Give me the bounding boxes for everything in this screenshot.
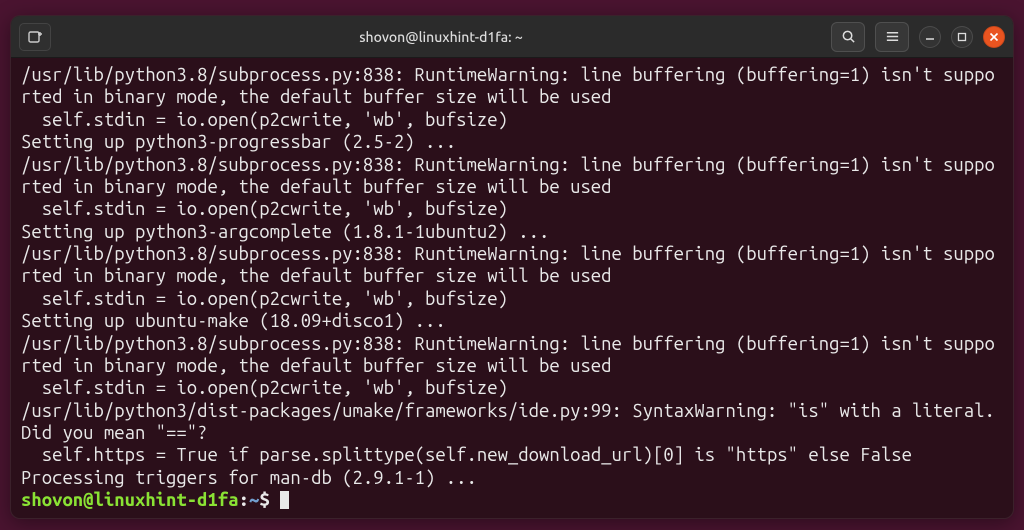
minimize-icon [925, 32, 935, 42]
terminal-line: /usr/lib/python3.8/subprocess.py:838: Ru… [21, 65, 995, 107]
menu-button[interactable] [875, 22, 909, 52]
search-icon [841, 29, 856, 44]
terminal-line: /usr/lib/python3.8/subprocess.py:838: Ru… [21, 334, 995, 376]
close-button[interactable] [983, 26, 1005, 48]
terminal-line: Setting up ubuntu-make (18.09+disco1) ..… [21, 311, 446, 331]
terminal-line: Processing triggers for man-db (2.9.1-1)… [21, 468, 477, 488]
new-tab-button[interactable] [19, 23, 51, 51]
window-title: shovon@linuxhint-d1fa: ~ [57, 29, 825, 45]
search-button[interactable] [831, 22, 865, 52]
prompt-path: ~ [249, 490, 259, 510]
cursor [280, 491, 289, 509]
hamburger-icon [885, 29, 900, 44]
new-tab-icon [27, 29, 43, 45]
maximize-button[interactable] [951, 26, 973, 48]
terminal-line: self.stdin = io.open(p2cwrite, 'wb', buf… [21, 378, 508, 398]
close-icon [989, 32, 999, 42]
terminal-line: /usr/lib/python3/dist-packages/umake/fra… [21, 401, 1005, 443]
terminal-line: self.stdin = io.open(p2cwrite, 'wb', buf… [21, 289, 508, 309]
terminal-line: Setting up python3-argcomplete (1.8.1-1u… [21, 222, 549, 242]
terminal-window: shovon@linuxhint-d1fa: ~ [10, 15, 1014, 519]
maximize-icon [957, 32, 967, 42]
titlebar-right-controls [831, 22, 1005, 52]
minimize-button[interactable] [919, 26, 941, 48]
terminal-output[interactable]: /usr/lib/python3.8/subprocess.py:838: Ru… [11, 58, 1013, 518]
terminal-line: /usr/lib/python3.8/subprocess.py:838: Ru… [21, 155, 995, 197]
terminal-line: Setting up python3-progressbar (2.5-2) .… [21, 132, 456, 152]
terminal-line: /usr/lib/python3.8/subprocess.py:838: Ru… [21, 244, 995, 286]
prompt-user-host: shovon@linuxhint-d1fa [21, 490, 239, 510]
terminal-line: self.https = True if parse.splittype(sel… [21, 445, 912, 465]
prompt-dollar: $ [259, 490, 269, 510]
titlebar: shovon@linuxhint-d1fa: ~ [11, 16, 1013, 58]
terminal-line: self.stdin = io.open(p2cwrite, 'wb', buf… [21, 110, 508, 130]
terminal-line: self.stdin = io.open(p2cwrite, 'wb', buf… [21, 199, 508, 219]
prompt-colon: : [239, 490, 249, 510]
